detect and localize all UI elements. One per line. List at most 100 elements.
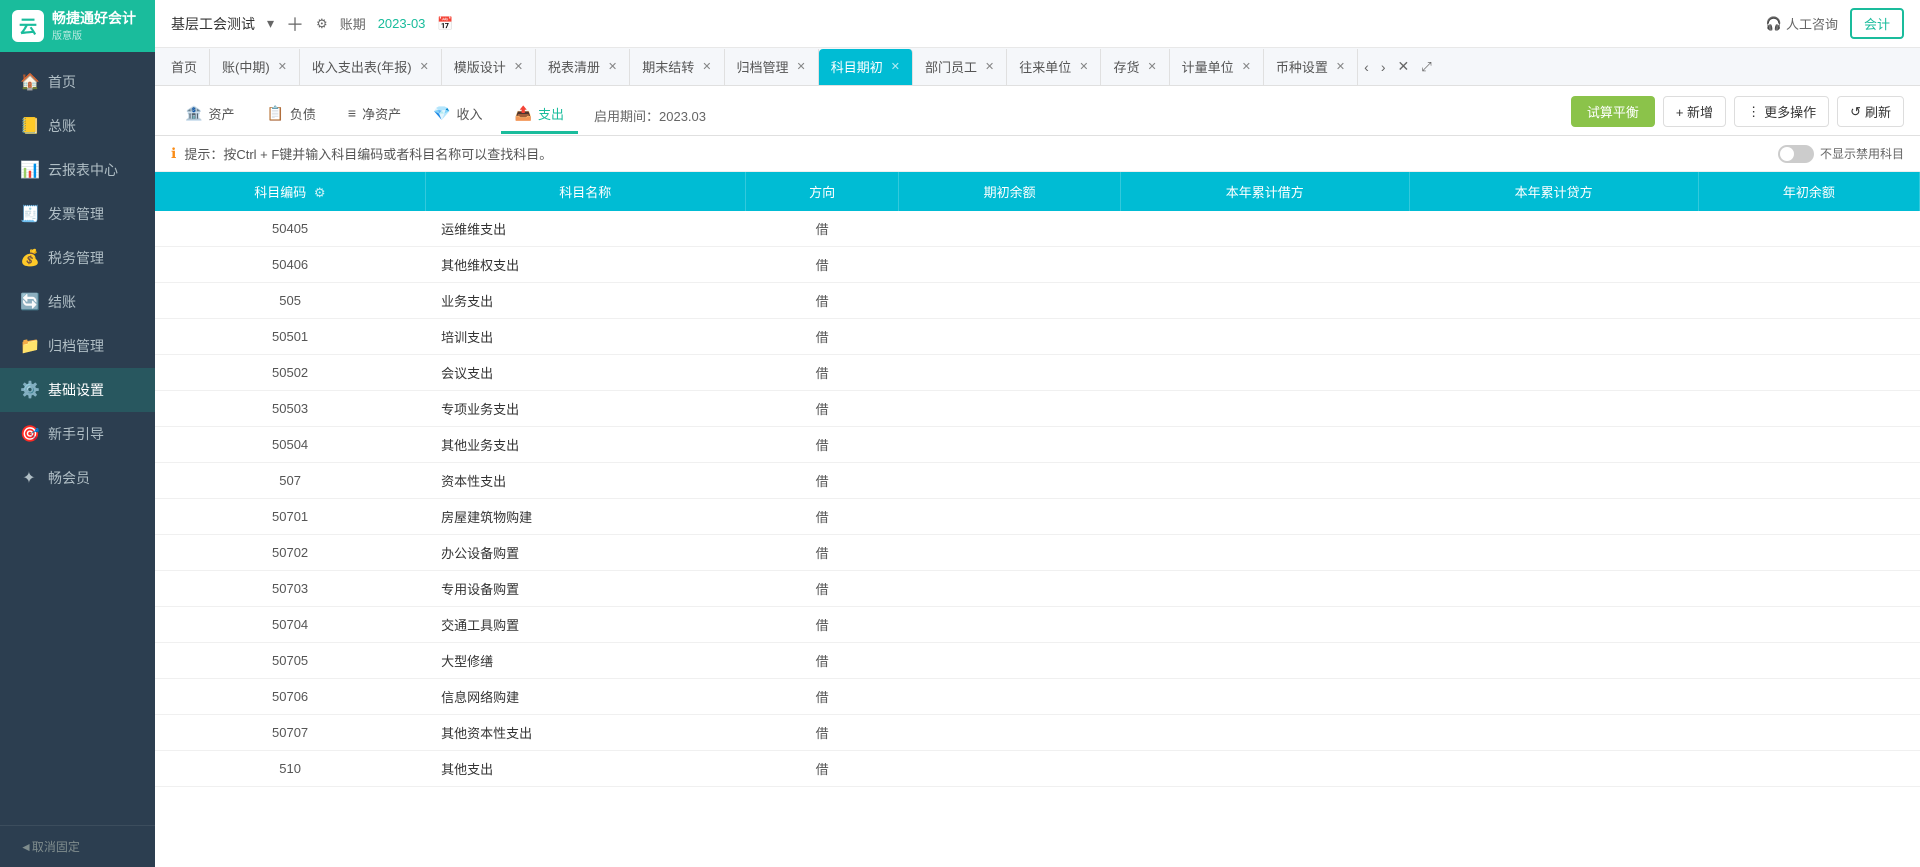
tab-close-icon[interactable]: ✕	[608, 60, 617, 73]
sidebar-item-report-center[interactable]: 📊云报表中心	[0, 148, 155, 192]
sidebar-item-archive[interactable]: 📁归档管理	[0, 324, 155, 368]
sub-tab-asset[interactable]: 🏦资产	[171, 98, 248, 134]
table-row[interactable]: 50703 专用设备购置 借	[155, 571, 1920, 607]
table-row[interactable]: 50503 专项业务支出 借	[155, 391, 1920, 427]
disable-toggle[interactable]: 不显示禁用科目	[1778, 145, 1904, 163]
cell-opening	[899, 751, 1120, 787]
tab-close-icon[interactable]: ✕	[1242, 60, 1251, 73]
table-row[interactable]: 505 业务支出 借	[155, 283, 1920, 319]
tab-首页[interactable]: 首页	[159, 49, 210, 85]
sidebar-item-guide[interactable]: 🎯新手引导	[0, 412, 155, 456]
balance-button[interactable]: 试算平衡	[1571, 96, 1655, 127]
tab-next-btn[interactable]: ›	[1375, 59, 1392, 75]
add-tab-icon[interactable]: ＋	[286, 11, 304, 37]
sidebar-item-home[interactable]: 🏠首页	[0, 60, 155, 104]
tab-存货[interactable]: 存货✕	[1101, 49, 1169, 85]
table-row[interactable]: 50706 信息网络购建 借	[155, 679, 1920, 715]
tab-计量单位[interactable]: 计量单位✕	[1170, 49, 1264, 85]
cell-name: 交通工具购置	[425, 607, 745, 643]
table-row[interactable]: 50406 其他维权支出 借	[155, 247, 1920, 283]
sub-tab-liability[interactable]: 📋负债	[252, 98, 329, 134]
cell-name: 办公设备购置	[425, 535, 745, 571]
account-button[interactable]: 会计	[1850, 8, 1904, 39]
table-row[interactable]: 510 其他支出 借	[155, 751, 1920, 787]
ai-consult-btn[interactable]: 🎧 人工咨询	[1766, 14, 1838, 33]
tab-close-icon[interactable]: ✕	[797, 60, 806, 73]
tab-close-all-btn[interactable]: ✕	[1391, 58, 1415, 75]
table-row[interactable]: 50501 培训支出 借	[155, 319, 1920, 355]
sidebar-item-general-ledger[interactable]: 📒总账	[0, 104, 155, 148]
tab-往来单位[interactable]: 往来单位✕	[1007, 49, 1101, 85]
table-row[interactable]: 50504 其他业务支出 借	[155, 427, 1920, 463]
table-row[interactable]: 507 资本性支出 借	[155, 463, 1920, 499]
dropdown-icon[interactable]: ▾	[267, 15, 274, 32]
sub-tab-net-asset[interactable]: ≡净资产	[334, 98, 415, 134]
cell-year-opening	[1698, 679, 1919, 715]
tab-close-icon[interactable]: ✕	[1079, 60, 1088, 73]
tab-科目期初[interactable]: 科目期初✕	[819, 49, 913, 85]
add-button[interactable]: + 新增	[1663, 96, 1726, 127]
sidebar-item-basic-settings[interactable]: ⚙️基础设置	[0, 368, 155, 412]
tab-税表清册[interactable]: 税表清册✕	[536, 49, 630, 85]
table-row[interactable]: 50502 会议支出 借	[155, 355, 1920, 391]
sub-tab-label: 负债	[290, 104, 316, 123]
cell-code: 50503	[155, 391, 425, 427]
cell-direction: 借	[745, 319, 899, 355]
calendar-icon[interactable]: 📅	[437, 16, 453, 32]
tab-期末结转[interactable]: 期末结转✕	[630, 49, 724, 85]
cell-opening	[899, 247, 1120, 283]
income-icon: 💎	[433, 105, 450, 122]
table-row[interactable]: 50405 运维维支出 借	[155, 211, 1920, 247]
tab-close-icon[interactable]: ✕	[514, 60, 523, 73]
tab-收入支出表年报[interactable]: 收入支出表(年报)✕	[300, 49, 442, 85]
guide-icon: 🎯	[20, 424, 38, 444]
sidebar-item-invoice[interactable]: 🧾发票管理	[0, 192, 155, 236]
cell-year-opening	[1698, 535, 1919, 571]
tab-close-icon[interactable]: ✕	[1336, 60, 1345, 73]
col-direction: 方向	[745, 172, 899, 211]
tab-close-icon[interactable]: ✕	[278, 60, 287, 73]
tab-归档管理[interactable]: 归档管理 ✕	[725, 49, 819, 85]
basic-settings-icon: ⚙️	[20, 380, 38, 400]
cell-ytd-credit	[1409, 715, 1698, 751]
sidebar-footer-toggle[interactable]: ◄取消固定	[0, 825, 155, 867]
tab-close-icon[interactable]: ✕	[985, 60, 994, 73]
cell-name: 会议支出	[425, 355, 745, 391]
subject-table: 科目编码 ⚙ 科目名称 方向 期初余额 本年累计借方 本年累计贷方 年初余额 5…	[155, 172, 1920, 787]
tab-部门员工[interactable]: 部门员工✕	[913, 49, 1007, 85]
table-row[interactable]: 50701 房屋建筑物购建 借	[155, 499, 1920, 535]
tab-close-icon[interactable]: ✕	[891, 60, 900, 73]
table-row[interactable]: 50702 办公设备购置 借	[155, 535, 1920, 571]
sub-tab-income[interactable]: 💎收入	[419, 98, 496, 134]
toggle-switch[interactable]	[1778, 145, 1814, 163]
tab-币种设置[interactable]: 币种设置✕	[1264, 49, 1358, 85]
tab-label: 归档管理	[737, 57, 789, 76]
tab-账中期[interactable]: 账(中期)✕	[210, 49, 300, 85]
cell-ytd-debit	[1120, 319, 1409, 355]
table-row[interactable]: 50705 大型修缮 借	[155, 643, 1920, 679]
tab-close-icon[interactable]: ✕	[420, 60, 429, 73]
sub-tab-expense[interactable]: 📤支出	[501, 98, 578, 134]
cell-code: 50704	[155, 607, 425, 643]
period-value: 2023-03	[378, 16, 426, 31]
sidebar-item-member[interactable]: ✦畅会员	[0, 456, 155, 500]
cell-year-opening	[1698, 715, 1919, 751]
refresh-button[interactable]: ↺ 刷新	[1837, 96, 1904, 127]
table-row[interactable]: 50707 其他资本性支出 借	[155, 715, 1920, 751]
tab-prev-btn[interactable]: ‹	[1358, 59, 1375, 75]
settings-icon[interactable]: ⚙	[316, 16, 328, 32]
tab-close-icon[interactable]: ✕	[1147, 60, 1156, 73]
cell-opening	[899, 607, 1120, 643]
table-row[interactable]: 50704 交通工具购置 借	[155, 607, 1920, 643]
tab-expand-btn[interactable]: ⤢	[1415, 59, 1437, 75]
cell-name: 专项业务支出	[425, 391, 745, 427]
cell-ytd-debit	[1120, 427, 1409, 463]
column-settings-icon[interactable]: ⚙	[314, 185, 326, 201]
more-button[interactable]: ⋮ 更多操作	[1734, 96, 1829, 127]
tab-close-icon[interactable]: ✕	[702, 60, 711, 73]
sidebar-item-settlement[interactable]: 🔄结账	[0, 280, 155, 324]
tab-模版设计[interactable]: 模版设计✕	[442, 49, 536, 85]
period-info: 启用期间：2023.03	[594, 106, 706, 125]
sidebar-item-tax[interactable]: 💰税务管理	[0, 236, 155, 280]
expense-icon: 📤	[515, 105, 532, 122]
